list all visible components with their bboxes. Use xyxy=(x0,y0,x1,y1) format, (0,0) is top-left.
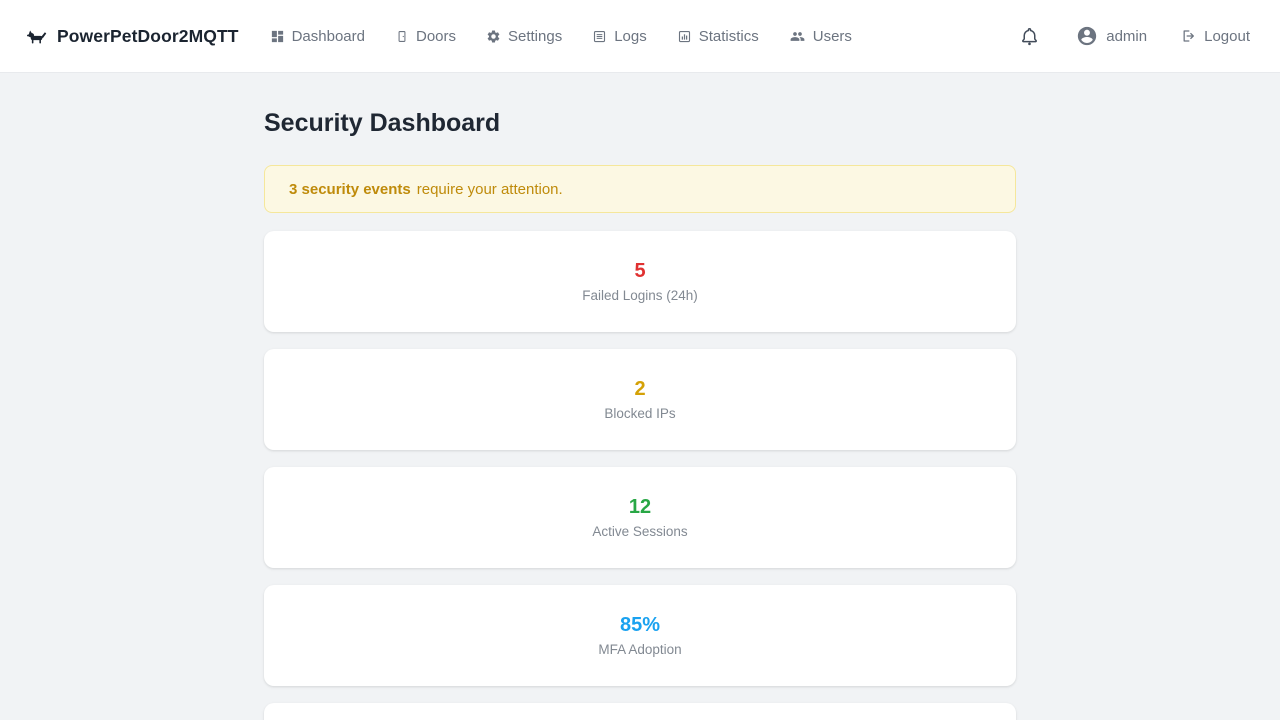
nav-item-label: Users xyxy=(812,27,852,45)
logout-icon xyxy=(1180,28,1197,44)
alert-highlight: 3 security events xyxy=(289,180,411,198)
nav-item-logs[interactable]: Logs xyxy=(592,28,647,45)
nav-item-statistics[interactable]: Statistics xyxy=(677,28,759,45)
nav-item-doors[interactable]: Doors xyxy=(395,28,456,45)
notifications-button[interactable] xyxy=(1019,26,1040,47)
logout-label: Logout xyxy=(1204,27,1250,45)
stat-label: Active Sessions xyxy=(592,523,688,539)
nav-item-label: Statistics xyxy=(698,27,759,45)
main-nav: Dashboard Doors Settings Logs Statistics… xyxy=(270,28,852,45)
app-header: PowerPetDoor2MQTT Dashboard Doors Settin… xyxy=(0,0,1280,73)
header-right: admin Logout xyxy=(1019,25,1250,47)
nav-item-users[interactable]: Users xyxy=(789,28,852,45)
dog-icon xyxy=(26,27,48,46)
main-content: Security Dashboard 3 security events req… xyxy=(264,73,1016,720)
stat-card-partial xyxy=(264,703,1016,720)
bell-icon xyxy=(1019,26,1040,47)
users-icon xyxy=(789,29,806,44)
gear-icon xyxy=(486,29,501,44)
dashboard-icon xyxy=(270,29,285,44)
avatar-icon xyxy=(1076,25,1098,47)
stat-label: Failed Logins (24h) xyxy=(582,287,698,303)
nav-item-dashboard[interactable]: Dashboard xyxy=(270,28,365,45)
logout-button[interactable]: Logout xyxy=(1180,28,1250,45)
user-menu[interactable]: admin xyxy=(1076,25,1147,47)
nav-item-label: Dashboard xyxy=(291,27,365,45)
stat-value: 5 xyxy=(634,259,646,282)
stat-value: 2 xyxy=(634,377,646,400)
statistics-icon xyxy=(677,29,692,44)
stat-card-active-sessions: 12 Active Sessions xyxy=(264,467,1016,568)
stat-label: MFA Adoption xyxy=(598,641,682,657)
nav-item-label: Doors xyxy=(415,27,456,45)
nav-item-label: Logs xyxy=(614,27,647,45)
brand-name: PowerPetDoor2MQTT xyxy=(57,25,239,46)
alert-message: require your attention. xyxy=(416,180,563,198)
stat-label: Blocked IPs xyxy=(604,405,676,421)
stat-value: 85% xyxy=(619,613,661,636)
nav-item-settings[interactable]: Settings xyxy=(486,28,562,45)
stat-card-failed-logins: 5 Failed Logins (24h) xyxy=(264,231,1016,332)
stat-value: 12 xyxy=(628,495,652,518)
security-alert-banner: 3 security events require your attention… xyxy=(264,165,1016,213)
page-title: Security Dashboard xyxy=(264,109,501,137)
logs-icon xyxy=(592,29,607,44)
door-icon xyxy=(395,29,409,44)
stat-card-blocked-ips: 2 Blocked IPs xyxy=(264,349,1016,450)
nav-item-label: Settings xyxy=(508,27,563,45)
brand[interactable]: PowerPetDoor2MQTT xyxy=(26,26,239,47)
stat-card-mfa-adoption: 85% MFA Adoption xyxy=(264,585,1016,686)
username: admin xyxy=(1106,27,1148,45)
